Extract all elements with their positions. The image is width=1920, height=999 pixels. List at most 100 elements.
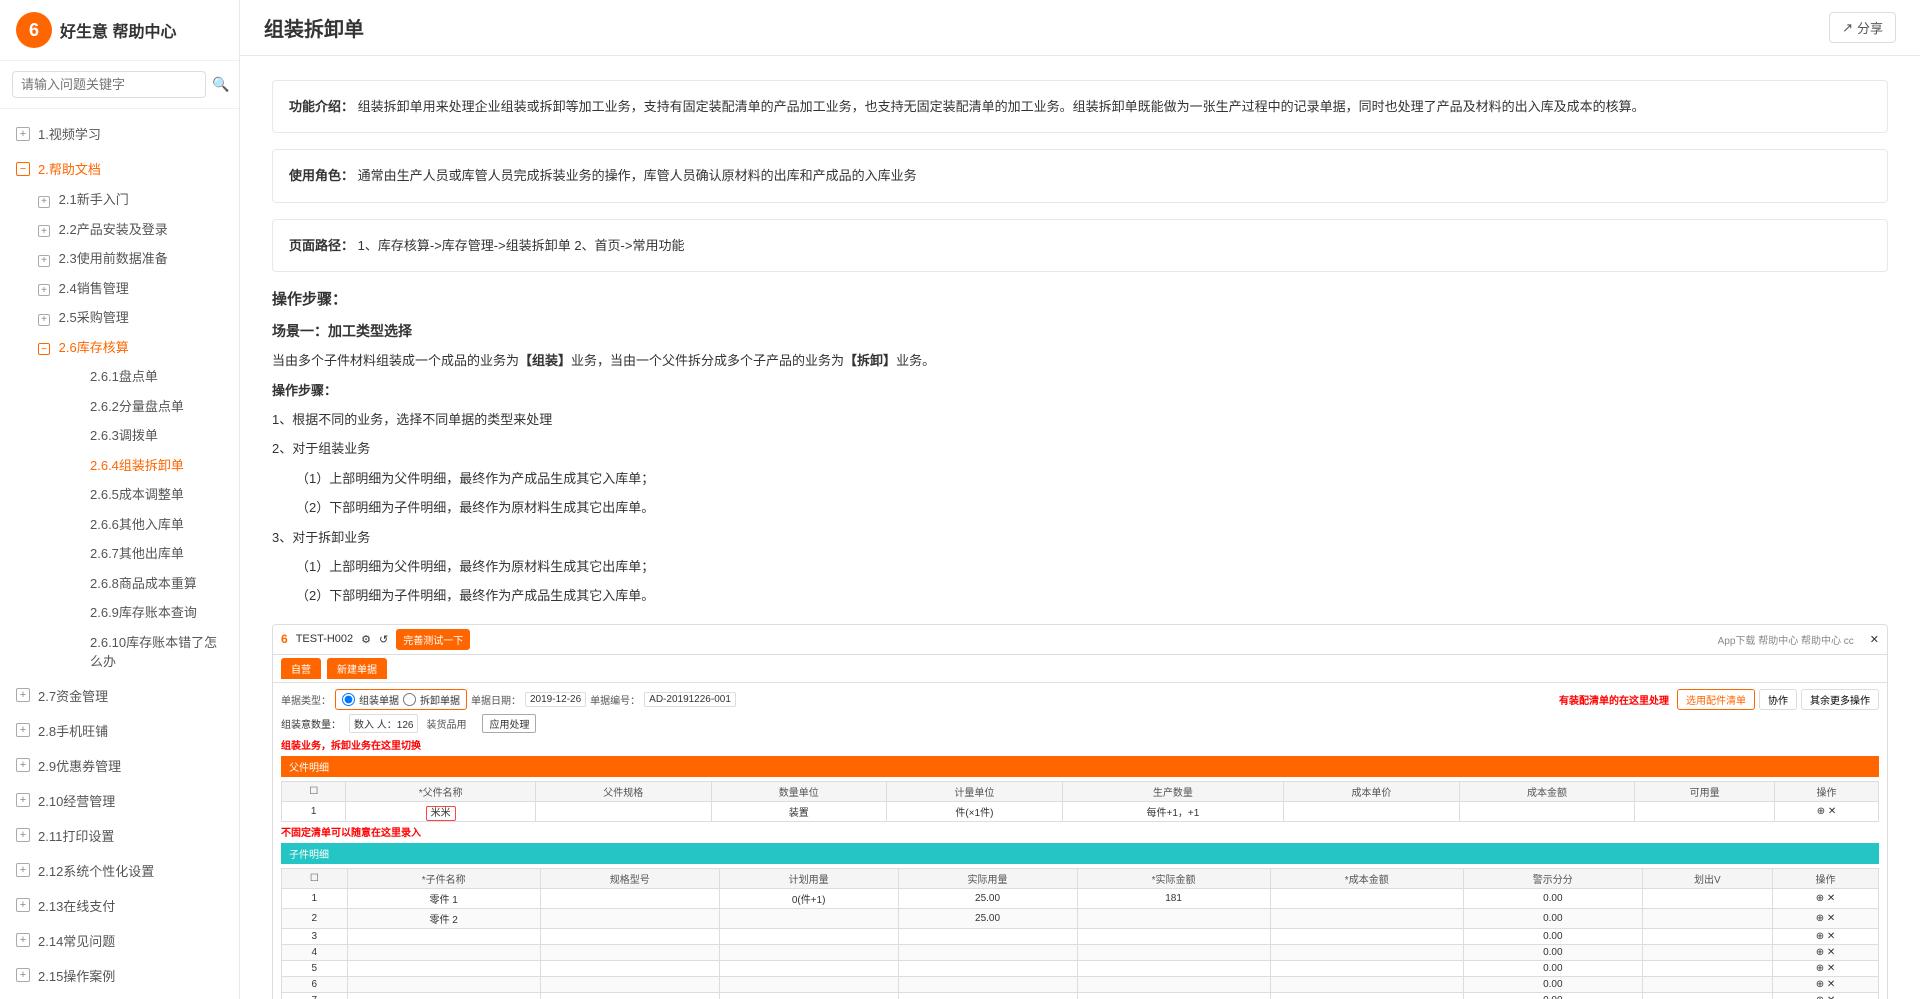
role-label: 使用角色： [289,168,354,183]
sim-tab-new[interactable]: 新建单据 [327,658,387,679]
sim-lower-col-cost-amt: *成本金额 [1270,868,1463,888]
screenshot-container: 6 TEST-H002 ⚙ ↺ 完善测试一下 App下载 帮助中心 帮助中心 c… [272,624,1888,999]
expand-icon-customize: + [16,863,30,877]
sidebar-item-2-6-8[interactable]: 2.6.8商品成本重算 [90,569,239,599]
sim-col-cost-price: 成本单价 [1284,781,1460,801]
sidebar-section-payment: + 2.13在线支付 [0,889,239,922]
expand-icon-print: + [16,828,30,842]
sim-top-right: App下载 帮助中心 帮助中心 cc [1718,632,1854,647]
step2b: （2）下部明细为子件明细，最终作为原材料生成其它出库单。 [272,496,1888,519]
collapse-icon: − [16,162,30,176]
table-row: 60.00⊕ ✕ [282,976,1879,992]
table-row: 50.00⊕ ✕ [282,960,1879,976]
sim-more-btn[interactable]: 其余更多操作 [1801,689,1879,710]
sidebar-section-ops: + 2.10经营管理 [0,784,239,817]
sim-radio-assembly[interactable] [342,693,355,706]
sidebar-item-coupon[interactable]: + 2.9优惠券管理 [0,749,239,782]
sim-close-icon[interactable]: ✕ [1870,633,1879,646]
sidebar-item-2-6-6[interactable]: 2.6.6其他入库单 [90,510,239,540]
sim-col-qty-unit: 数量单位 [711,781,887,801]
sim-goods-label: 装货品用 [426,716,466,731]
sim-num-label: 单据编号： [590,692,640,707]
sidebar-label-finance: 2.7资金管理 [38,686,108,705]
sidebar-label-ops: 2.10经营管理 [38,791,115,810]
sidebar-label-payment: 2.13在线支付 [38,896,115,915]
expand-icon-4: + [38,255,50,267]
sim-tab-self[interactable]: 自营 [281,658,321,679]
expand-icon-ops: + [16,793,30,807]
role-text: 通常由生产人员或库管人员完成拆装业务的操作，库管人员确认原材料的出库和产成品的入… [358,168,917,183]
sidebar-section-docs: − 2.帮助文档 + 2.1新手入门 + 2.2产品安装及登录 + 2.3使用前… [0,152,239,677]
sidebar-item-newcomer[interactable]: + 2.1新手入门 [38,185,239,215]
sidebar-item-install[interactable]: + 2.2产品安装及登录 [38,215,239,245]
sidebar-item-2-6-7[interactable]: 2.6.7其他出库单 [90,539,239,569]
sidebar-item-docs[interactable]: − 2.帮助文档 [0,152,239,185]
ops-steps-label: 操作步骤： [272,379,1888,402]
intro-label: 功能介绍： [289,99,354,114]
sim-apply-btn[interactable]: 应用处理 [482,714,536,733]
sim-radio-disassembly[interactable] [403,693,416,706]
sim-app-id: TEST-H002 [296,633,353,645]
sim-type-assembly: 组装单据 [359,692,399,707]
sidebar-section-print: + 2.11打印设置 [0,819,239,852]
sim-qty-value[interactable]: 数入 人：126 [349,714,418,733]
search-input[interactable] [12,71,206,98]
share-label: 分享 [1857,18,1883,37]
sidebar-item-video[interactable]: + 1.视频学习 [0,117,239,150]
sidebar-section-finance: + 2.7资金管理 [0,679,239,712]
sidebar-item-print[interactable]: + 2.11打印设置 [0,819,239,852]
sim-tab-bar: 自营 新建单据 [273,655,1887,683]
sim-lower-col-name: *子件名称 [347,868,540,888]
sim-test-btn[interactable]: 完善测试一下 [396,629,470,650]
sim-collab-btn[interactable]: 协作 [1759,689,1797,710]
sim-select-parts-btn[interactable]: 选用配件清单 [1677,689,1755,710]
sim-lower-col-plan-qty: 计划用量 [719,868,898,888]
sidebar-item-2-6-4[interactable]: 2.6.4组装拆卸单 [90,451,239,481]
sim-date-value[interactable]: 2019-12-26 [525,692,586,707]
sidebar-item-2-6-2[interactable]: 2.6.2分量盘点单 [90,392,239,422]
main-content: 功能介绍： 组装拆卸单用来处理企业组装或拆卸等加工业务，支持有固定装配清单的产品… [240,56,1920,999]
sidebar-item-inventory[interactable]: − 2.6库存核算 [38,333,239,363]
sidebar-item-2-6-5[interactable]: 2.6.5成本调整单 [90,480,239,510]
sidebar-item-finance[interactable]: + 2.7资金管理 [0,679,239,712]
sidebar-item-cases[interactable]: + 2.15操作案例 [0,959,239,992]
step2a: （1）上部明细为父件明细，最终作为产成品生成其它入库单； [272,467,1888,490]
sim-screenshot: 6 TEST-H002 ⚙ ↺ 完善测试一下 App下载 帮助中心 帮助中心 c… [273,625,1887,999]
table-row: 30.00⊕ ✕ [282,928,1879,944]
path-label: 页面路径： [289,238,354,253]
sim-col-available: 可用量 [1635,781,1775,801]
sidebar-item-data-prep[interactable]: + 2.3使用前数据准备 [38,244,239,274]
sim-annotation2: 组装业务，拆卸业务在这里切换 [281,737,1879,752]
sim-type-radio[interactable]: 组装单据 拆卸单据 [335,689,467,710]
expand-icon-6: + [38,314,50,326]
sidebar-item-purchase[interactable]: + 2.5采购管理 [38,303,239,333]
sim-logo: 6 [281,632,288,646]
sim-form-area: 单据类型： 组装单据 拆卸单据 单据日期： 2019-12-26 单据编号： A… [273,683,1887,999]
sidebar-header: 6 好生意 帮助中心 [0,0,239,61]
sidebar-section-faq: + 2.14常见问题 [0,924,239,957]
sim-parent-name-input[interactable]: 米米 [426,806,456,821]
sim-lower-col-spec: 规格型号 [540,868,719,888]
role-block: 使用角色： 通常由生产人员或库管人员完成拆装业务的操作，库管人员确认原材料的出库… [272,149,1888,202]
sidebar-item-customize[interactable]: + 2.12系统个性化设置 [0,854,239,887]
sidebar-item-2-6-10[interactable]: 2.6.10库存账本错了怎么办 [90,628,239,677]
sidebar-section-video: + 1.视频学习 [0,117,239,150]
page-title: 组装拆卸单 [264,13,364,42]
sidebar-item-payment[interactable]: + 2.13在线支付 [0,889,239,922]
sidebar-item-ops[interactable]: + 2.10经营管理 [0,784,239,817]
sidebar-item-2-6-3[interactable]: 2.6.3调拨单 [90,421,239,451]
sidebar-item-2-6-1[interactable]: 2.6.1盘点单 [90,362,239,392]
search-button[interactable]: 🔍 [212,76,229,93]
logo-icon: 6 [16,12,52,48]
sim-lower-col-ops: 操作 [1773,868,1879,888]
intro-block: 功能介绍： 组装拆卸单用来处理企业组装或拆卸等加工业务，支持有固定装配清单的产品… [272,80,1888,133]
sim-lower-table-header: ☐ *子件名称 规格型号 计划用量 实际用量 *实际金额 *成本金额 警示分分 … [282,868,1879,888]
sidebar-item-faq[interactable]: + 2.14常见问题 [0,924,239,957]
sidebar-item-mobile[interactable]: + 2.8手机旺铺 [0,714,239,747]
sidebar-item-2-6-9[interactable]: 2.6.9库存账本查询 [90,598,239,628]
sidebar-item-sales[interactable]: + 2.4销售管理 [38,274,239,304]
sim-lower-col-out: 划出V [1642,868,1772,888]
share-button[interactable]: ↗ 分享 [1829,12,1896,43]
table-row: 2 零件 2 25.00 0.00 ⊕ ✕ [282,908,1879,928]
step3b: （2）下部明细为子件明细，最终作为产成品生成其它入库单。 [272,584,1888,607]
